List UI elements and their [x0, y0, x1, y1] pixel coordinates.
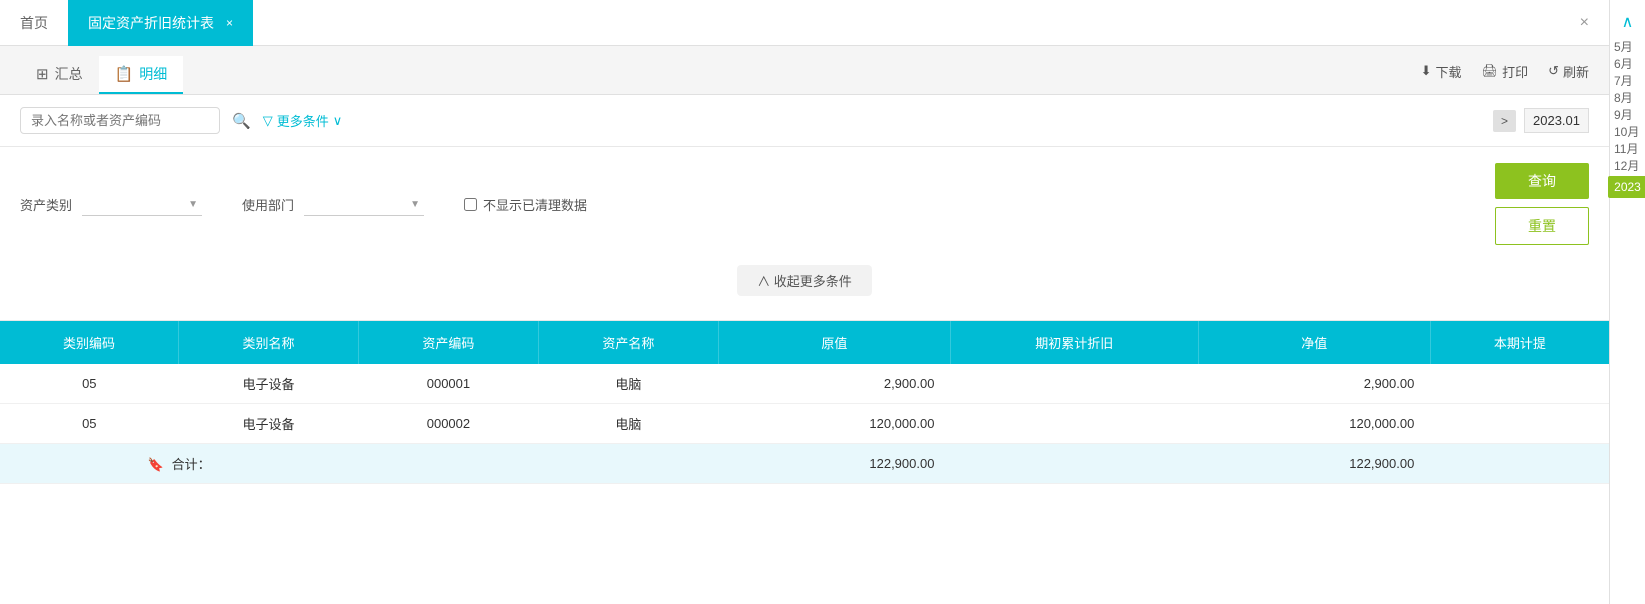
cell-category-name: 电子设备: [179, 364, 359, 404]
content-wrapper: ⊞ 汇总 📋 明细 ⬇ 下载 🖨 打印 ↺ 刷新: [0, 46, 1609, 604]
download-btn[interactable]: ⬇ 下载: [1421, 62, 1462, 81]
expand-btn[interactable]: >: [1493, 110, 1516, 132]
department-select[interactable]: [304, 192, 424, 216]
top-nav-right: ×: [1580, 14, 1609, 32]
home-tab[interactable]: 首页: [0, 13, 68, 33]
filter-chevron-icon: ∨: [333, 113, 343, 129]
cell-original-value: 120,000.00: [718, 404, 950, 444]
total-net-value: 122,900.00: [1198, 444, 1430, 484]
col-asset-code: 资产编码: [358, 321, 538, 364]
total-current-period: [1430, 444, 1609, 484]
table-header-row: 类别编码 类别名称 资产编码 资产名称 原值 期初累计折旧 净值 本期计提: [0, 321, 1609, 364]
reset-button[interactable]: 重置: [1495, 207, 1589, 245]
download-icon: ⬇: [1421, 63, 1432, 79]
filter-btn[interactable]: ▽ 更多条件 ∨: [263, 111, 343, 130]
tabs-actions: ⬇ 下载 🖨 打印 ↺ 刷新: [1421, 62, 1589, 89]
cell-category-name: 电子设备: [179, 404, 359, 444]
window-close-icon[interactable]: ×: [1580, 14, 1589, 31]
tab-close-btn[interactable]: ×: [226, 16, 233, 30]
cell-current-period: [1430, 364, 1609, 404]
hide-cleared-label: 不显示已清理数据: [483, 195, 587, 214]
cell-asset-name: 电脑: [538, 364, 718, 404]
print-btn[interactable]: 🖨 打印: [1482, 62, 1529, 81]
cell-category-code: 05: [0, 364, 179, 404]
table-wrapper: 类别编码 类别名称 资产编码 资产名称 原值 期初累计折旧 净值 本期计提 05…: [0, 321, 1609, 604]
active-tab[interactable]: 固定资产折旧统计表 ×: [68, 0, 253, 46]
cell-asset-name: 电脑: [538, 404, 718, 444]
cell-asset-code: 000001: [358, 364, 538, 404]
tab-detail[interactable]: 📋 明细: [99, 56, 184, 94]
cell-original-value: 2,900.00: [718, 364, 950, 404]
category-select-wrapper: [82, 192, 202, 216]
tab-label: 固定资产折旧统计表: [88, 13, 214, 33]
collapse-btn[interactable]: ∧ 收起更多条件: [737, 265, 872, 296]
cell-accumulated-depreciation: [950, 404, 1198, 444]
hide-cleared-checkbox[interactable]: [464, 198, 477, 211]
refresh-btn[interactable]: ↺ 刷新: [1548, 62, 1589, 81]
category-filter: 资产类别: [20, 192, 202, 216]
right-sidebar: ∧ 5月6月7月8月9月10月11月12月 2023: [1609, 0, 1645, 604]
filter-row: 资产类别 使用部门: [20, 163, 1589, 245]
cell-net-value: 120,000.00: [1198, 404, 1430, 444]
collapse-bar: ∧ 收起更多条件: [20, 257, 1589, 304]
search-input[interactable]: [20, 107, 220, 134]
total-label: 合计：: [172, 457, 211, 472]
total-row: 🔖 合计： 122,900.00 122,900.00: [0, 444, 1609, 484]
table-row: 05 电子设备 000002 电脑 120,000.00 120,000.00: [0, 404, 1609, 444]
total-accumulated: [950, 444, 1198, 484]
table-row: 05 电子设备 000001 电脑 2,900.00 2,900.00: [0, 364, 1609, 404]
total-asset-code: [358, 444, 538, 484]
total-original-value: 122,900.00: [718, 444, 950, 484]
refresh-icon: ↺: [1548, 63, 1559, 79]
col-accumulated-depreciation: 期初累计折旧: [950, 321, 1198, 364]
department-select-wrapper: [304, 192, 424, 216]
cell-category-code: 05: [0, 404, 179, 444]
sidebar-year[interactable]: 2023: [1608, 176, 1645, 198]
hide-cleared-item: 不显示已清理数据: [464, 195, 587, 214]
sidebar-months: 5月6月7月8月9月10月11月12月: [1610, 38, 1645, 174]
filter-panel: 资产类别 使用部门: [0, 147, 1609, 321]
cell-current-period: [1430, 404, 1609, 444]
date-display: 2023.01: [1524, 108, 1589, 133]
cell-net-value: 2,900.00: [1198, 364, 1430, 404]
search-icon[interactable]: 🔍: [232, 112, 251, 130]
query-button[interactable]: 查询: [1495, 163, 1589, 199]
total-label-cell: 🔖 合计：: [0, 444, 358, 484]
department-filter: 使用部门: [242, 192, 424, 216]
filter-actions: 查询 重置: [1495, 163, 1589, 245]
data-table: 类别编码 类别名称 资产编码 资产名称 原值 期初累计折旧 净值 本期计提 05…: [0, 321, 1609, 484]
search-bar-right: > 2023.01: [1493, 108, 1589, 133]
tab-summary[interactable]: ⊞ 汇总: [20, 56, 99, 94]
col-net-value: 净值: [1198, 321, 1430, 364]
filter-icon: ▽: [263, 113, 273, 129]
cell-accumulated-depreciation: [950, 364, 1198, 404]
detail-icon: 📋: [115, 65, 134, 83]
tabs-row: ⊞ 汇总 📋 明细 ⬇ 下载 🖨 打印 ↺ 刷新: [0, 46, 1609, 95]
col-current-period: 本期计提: [1430, 321, 1609, 364]
col-original-value: 原值: [718, 321, 950, 364]
total-icon: 🔖: [148, 457, 164, 472]
search-bar: 🔍 ▽ 更多条件 ∨ > 2023.01: [0, 95, 1609, 147]
sidebar-up-icon[interactable]: ∧: [1618, 8, 1638, 36]
summary-icon: ⊞: [36, 65, 49, 83]
col-category-name: 类别名称: [179, 321, 359, 364]
total-asset-name: [538, 444, 718, 484]
top-nav: 首页 固定资产折旧统计表 × ×: [0, 0, 1609, 46]
col-asset-name: 资产名称: [538, 321, 718, 364]
category-select[interactable]: [82, 192, 202, 216]
cell-asset-code: 000002: [358, 404, 538, 444]
print-icon: 🖨: [1482, 63, 1499, 79]
category-label: 资产类别: [20, 195, 72, 214]
col-category-code: 类别编码: [0, 321, 179, 364]
department-label: 使用部门: [242, 195, 294, 214]
